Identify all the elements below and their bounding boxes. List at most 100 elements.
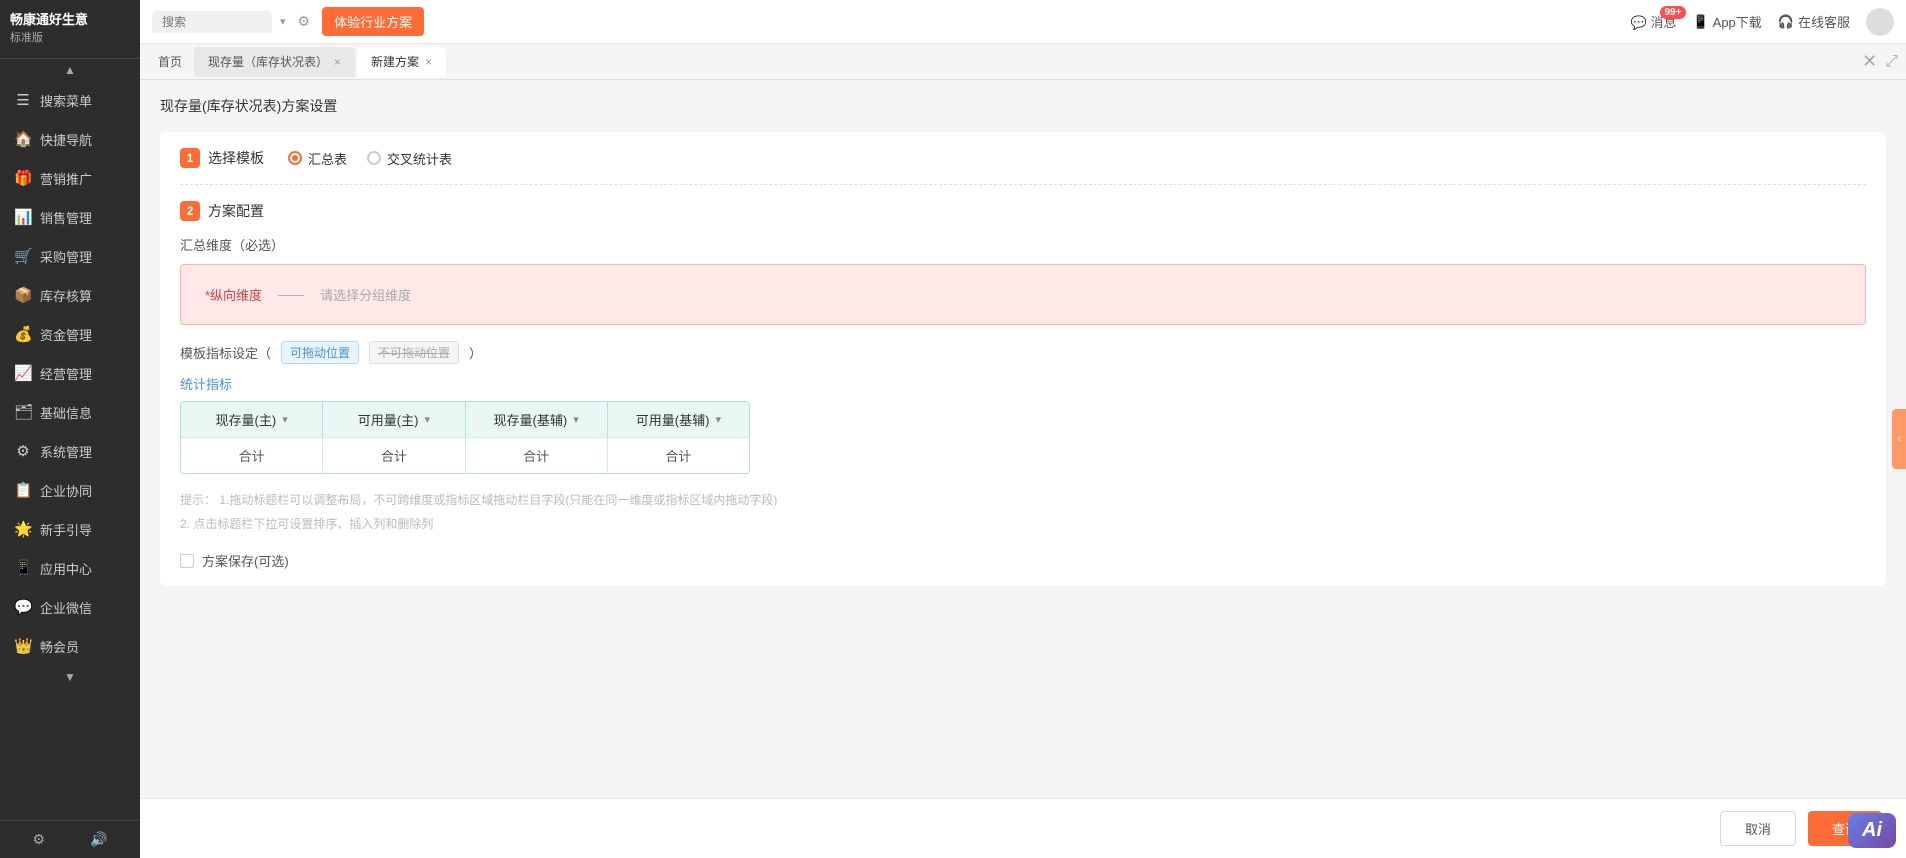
crown-icon: 👑 xyxy=(14,637,32,655)
gear-icon: ⚙ xyxy=(14,442,32,460)
sidebar-item-operations[interactable]: 📈 经营管理 xyxy=(0,354,140,393)
cancel-button[interactable]: 取消 xyxy=(1720,811,1796,846)
sidebar-item-marketing[interactable]: 🎁 营销推广 xyxy=(0,159,140,198)
dimension-dash: —— xyxy=(278,287,304,302)
radio-cross-circle xyxy=(367,151,381,165)
contract-icon: 📋 xyxy=(14,481,32,499)
sidebar-scroll-up[interactable]: ▲ xyxy=(0,59,140,81)
cell-0: 合计 xyxy=(181,438,323,473)
sidebar-item-member[interactable]: 👑 畅会员 xyxy=(0,627,140,666)
tabs-bar: 首页 现存量（库存状况表） × 新建方案 × ✕ ⤢ xyxy=(140,44,1906,80)
step2-header: 2 方案配置 xyxy=(180,201,1866,221)
dimension-area: *纵向维度 —— 请选择分组维度 xyxy=(180,264,1866,325)
hints-area: 提示： 1.拖动标题栏可以调整布局，不可跨维度或指标区域拖动栏目字段(只能在同一… xyxy=(180,490,1866,535)
message-badge: 99+ xyxy=(1660,6,1687,19)
step2-number: 2 xyxy=(180,201,200,221)
page-title: 现存量(库存状况表)方案设置 xyxy=(160,96,1886,116)
search-dropdown-icon[interactable]: ▾ xyxy=(280,15,286,28)
avatar[interactable] xyxy=(1866,8,1894,36)
sidebar-item-inventory[interactable]: 📦 库存核算 xyxy=(0,276,140,315)
box-icon: 📦 xyxy=(14,286,32,304)
sidebar-item-quick-nav[interactable]: 🏠 快捷导航 xyxy=(0,120,140,159)
col3-chevron-icon[interactable]: ▾ xyxy=(715,413,721,426)
step2-title: 方案配置 xyxy=(208,201,264,221)
tab2-close-icon[interactable]: × xyxy=(425,55,432,69)
tab-inventory[interactable]: 现存量（库存状况表） × xyxy=(194,47,355,77)
step1-header: 1 选择模板 汇总表 交叉统计表 xyxy=(180,148,1866,168)
star-icon: 🌟 xyxy=(14,520,32,538)
download-icon: 📱 xyxy=(1692,14,1708,30)
col-current-aux[interactable]: 现存量(基辅) ▾ xyxy=(466,402,608,437)
trial-button[interactable]: 体验行业方案 xyxy=(322,7,424,36)
dimension-required-label: 汇总维度（必选） xyxy=(180,235,1866,254)
dialog-controls: ✕ ⤢ xyxy=(1862,51,1898,72)
sound-icon[interactable]: 🔊 xyxy=(90,831,107,848)
tab-home[interactable]: 首页 xyxy=(148,47,192,76)
radio-cross[interactable]: 交叉统计表 xyxy=(367,149,452,168)
cell-3: 合计 xyxy=(608,438,749,473)
trend-icon: 📈 xyxy=(14,364,32,382)
sidebar-item-purchase[interactable]: 🛒 采购管理 xyxy=(0,237,140,276)
col0-chevron-icon[interactable]: ▾ xyxy=(282,413,288,426)
dimension-placeholder: 请选择分组维度 xyxy=(320,285,411,304)
headset-icon: 🎧 xyxy=(1778,14,1794,30)
radio-summary[interactable]: 汇总表 xyxy=(288,149,347,168)
online-service-btn[interactable]: 🎧 在线客服 xyxy=(1778,12,1850,31)
template-radio-group: 汇总表 交叉统计表 xyxy=(288,149,452,168)
cell-2: 合计 xyxy=(466,438,608,473)
step1-title: 选择模板 xyxy=(208,148,264,168)
no-drag-badge: 不可拖动位置 xyxy=(369,341,459,364)
dialog-close-button[interactable]: ✕ xyxy=(1862,51,1877,72)
topbar: ▾ ⚙ 体验行业方案 💬 消息 99+ 📱 App下载 🎧 在线客服 xyxy=(140,0,1906,44)
radio-summary-circle xyxy=(288,151,302,165)
tab1-close-icon[interactable]: × xyxy=(334,55,341,69)
settings-gear-icon[interactable]: ⚙ xyxy=(298,13,311,30)
search-input[interactable] xyxy=(152,11,272,33)
save-option: 方案保存(可选) xyxy=(180,551,1866,570)
col1-chevron-icon[interactable]: ▾ xyxy=(424,413,430,426)
tab-new-plan[interactable]: 新建方案 × xyxy=(357,47,446,77)
indicator-settings: 模板指标设定（ 可拖动位置 不可拖动位置 ） 统计指标 现存量(主) ▾ 可用量… xyxy=(180,341,1866,474)
wechat-icon: 💬 xyxy=(14,598,32,616)
money-icon: 💰 xyxy=(14,325,32,343)
chart-icon: 📊 xyxy=(14,208,32,226)
sidebar-bottom: ⚙ 🔊 xyxy=(0,820,140,858)
save-checkbox[interactable] xyxy=(180,554,194,568)
footer: 取消 查询 xyxy=(140,798,1906,858)
save-label: 方案保存(可选) xyxy=(202,551,289,570)
app-logo: 畅康通好生意 标准版 xyxy=(0,0,140,59)
topbar-right: 💬 消息 99+ 📱 App下载 🎧 在线客服 xyxy=(1631,8,1894,36)
sidebar-scroll-down[interactable]: ▼ xyxy=(0,666,140,688)
sidebar-item-app-center[interactable]: 📱 应用中心 xyxy=(0,549,140,588)
cart-icon: 🛒 xyxy=(14,247,32,265)
col-current-main[interactable]: 现存量(主) ▾ xyxy=(181,402,323,437)
col-available-aux[interactable]: 可用量(基辅) ▾ xyxy=(608,402,749,437)
step1-number: 1 xyxy=(180,148,200,168)
sidebar-item-basic-info[interactable]: 🗂 基础信息 xyxy=(0,393,140,432)
main-area: ▾ ⚙ 体验行业方案 💬 消息 99+ 📱 App下载 🎧 在线客服 首页 现存… xyxy=(140,0,1906,858)
sidebar-item-search-menu[interactable]: ☰ 搜索菜单 xyxy=(0,81,140,120)
ai-badge[interactable]: Ai xyxy=(1848,813,1896,848)
sidebar-item-sales[interactable]: 📊 销售管理 xyxy=(0,198,140,237)
settings-card: 1 选择模板 汇总表 交叉统计表 2 方案配置 xyxy=(160,132,1886,586)
settings-icon[interactable]: ⚙ xyxy=(33,831,46,848)
sidebar-item-wechat[interactable]: 💬 企业微信 xyxy=(0,588,140,627)
sidebar-item-system[interactable]: ⚙ 系统管理 xyxy=(0,432,140,471)
folder-icon: 🗂 xyxy=(14,403,32,421)
app-download-btn[interactable]: 📱 App下载 xyxy=(1692,12,1761,31)
section-divider-1 xyxy=(180,184,1866,185)
message-btn[interactable]: 💬 消息 99+ xyxy=(1631,12,1677,31)
message-icon: 💬 xyxy=(1631,15,1647,30)
sidebar-item-finance[interactable]: 💰 资金管理 xyxy=(0,315,140,354)
vertical-dim-label: *纵向维度 xyxy=(205,285,262,304)
cell-1: 合计 xyxy=(323,438,465,473)
stats-table-header: 现存量(主) ▾ 可用量(主) ▾ 现存量(基辅) ▾ 可用量(基辅) xyxy=(181,402,749,437)
right-panel-toggle[interactable]: ‹ xyxy=(1892,409,1906,469)
col-available-main[interactable]: 可用量(主) ▾ xyxy=(323,402,465,437)
search-menu-icon: ☰ xyxy=(14,91,32,109)
col2-chevron-icon[interactable]: ▾ xyxy=(573,413,579,426)
sidebar-item-newbie[interactable]: 🌟 新手引导 xyxy=(0,510,140,549)
gift-icon: 🎁 xyxy=(14,169,32,187)
sidebar-item-contracts[interactable]: 📋 企业协同 xyxy=(0,471,140,510)
dialog-expand-button[interactable]: ⤢ xyxy=(1885,53,1898,71)
